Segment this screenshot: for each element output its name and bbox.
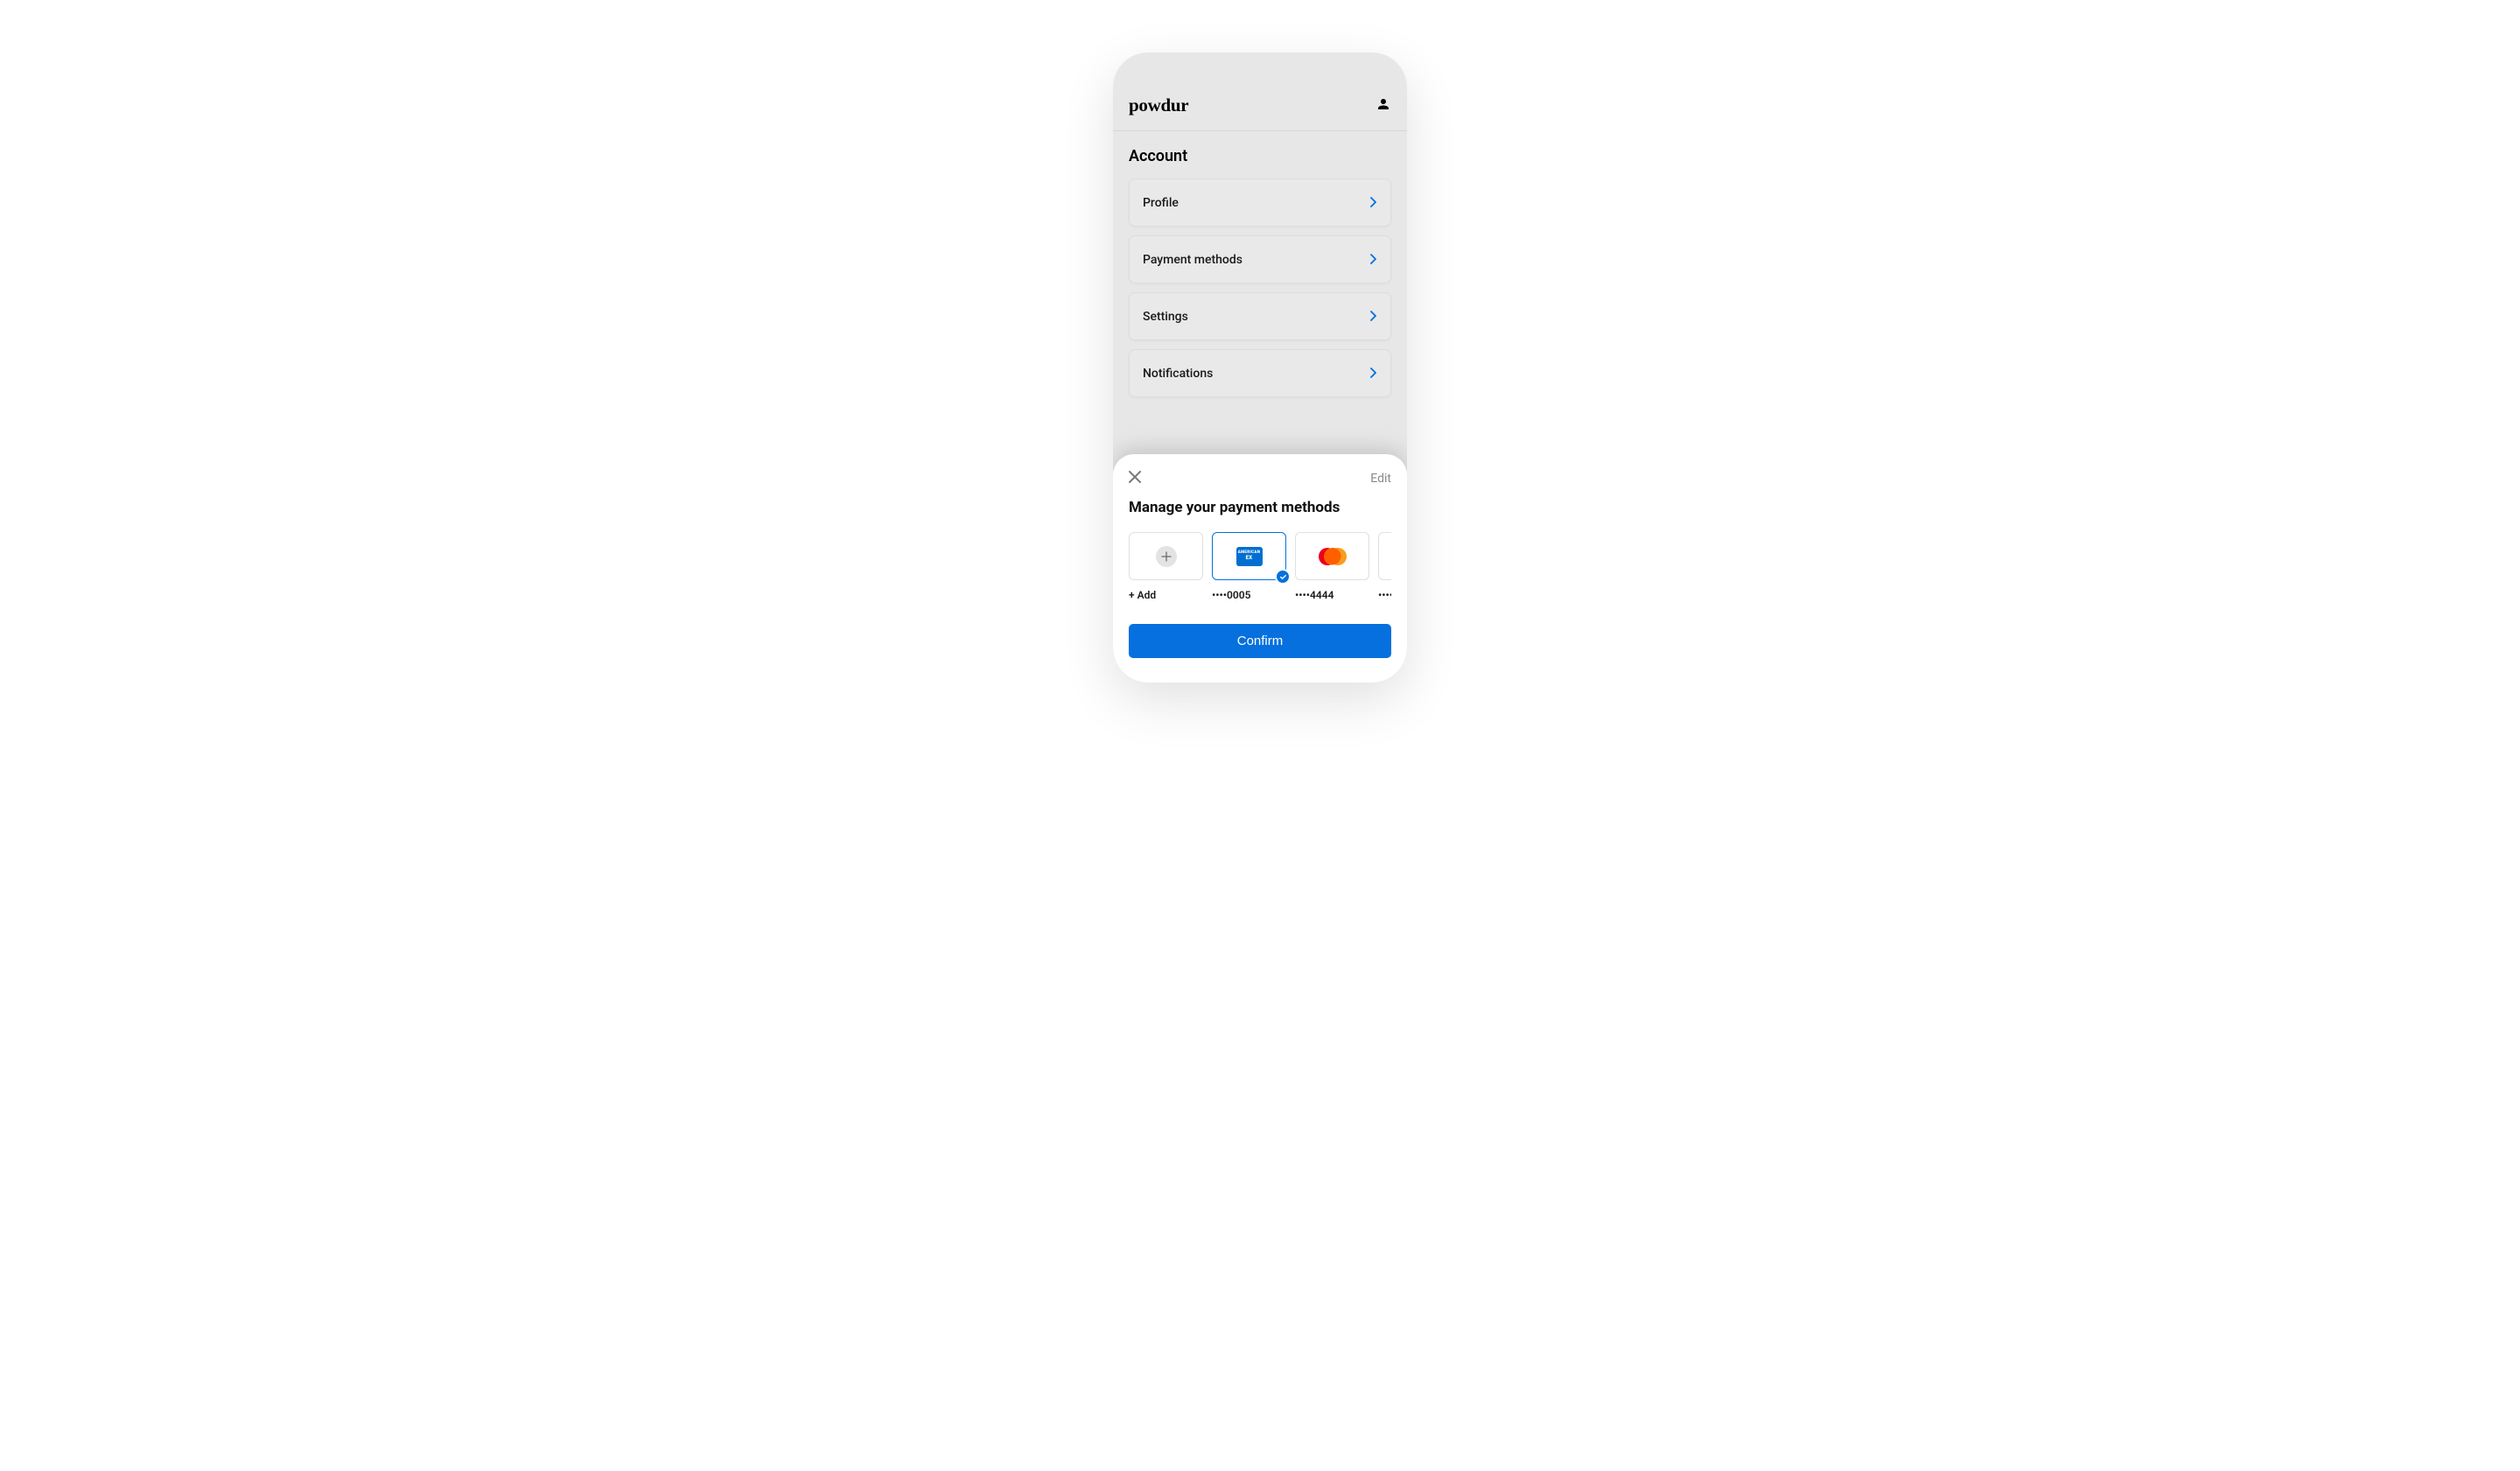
brand-logo: powdur (1129, 95, 1188, 116)
mastercard-icon (1319, 548, 1347, 565)
menu-item-payment-methods[interactable]: Payment methods (1129, 235, 1391, 284)
card-label: + Add (1129, 589, 1203, 601)
menu-item-notifications[interactable]: Notifications (1129, 349, 1391, 397)
sheet-header: Edit (1129, 470, 1391, 487)
menu-item-label: Payment methods (1143, 253, 1242, 267)
card-item-amex: AMERICAN EX ••••0005 (1212, 532, 1286, 601)
section-title: Account (1129, 147, 1391, 165)
payment-cards-row[interactable]: + Add AMERICAN EX ••••0005 (1129, 532, 1391, 601)
sheet-title: Manage your payment methods (1129, 499, 1391, 516)
card-visa[interactable]: V (1378, 532, 1391, 580)
chevron-right-icon (1370, 365, 1377, 382)
chevron-right-icon (1370, 308, 1377, 325)
phone-frame: powdur Account Profile Payment methods S… (1113, 53, 1407, 683)
card-item-mastercard: ••••4444 (1295, 532, 1369, 601)
plus-icon (1156, 546, 1177, 567)
add-card-button[interactable] (1129, 532, 1203, 580)
amex-icon: AMERICAN EX (1236, 547, 1263, 566)
menu-item-label: Notifications (1143, 367, 1213, 381)
close-button[interactable] (1129, 470, 1141, 487)
card-item-visa: V ••••42 (1378, 532, 1391, 601)
app-header: powdur (1113, 53, 1407, 131)
card-label: ••••42 (1378, 589, 1391, 601)
account-section: Account Profile Payment methods Settings… (1113, 131, 1407, 422)
menu-item-settings[interactable]: Settings (1129, 292, 1391, 340)
chevron-right-icon (1370, 194, 1377, 211)
card-amex[interactable]: AMERICAN EX (1212, 532, 1286, 580)
chevron-right-icon (1370, 251, 1377, 268)
add-card-item: + Add (1129, 532, 1203, 601)
user-icon[interactable] (1376, 96, 1391, 116)
card-label: ••••0005 (1212, 589, 1286, 601)
menu-item-profile[interactable]: Profile (1129, 179, 1391, 227)
card-label: ••••4444 (1295, 589, 1369, 601)
check-icon (1275, 569, 1291, 585)
menu-item-label: Profile (1143, 196, 1179, 210)
edit-link[interactable]: Edit (1370, 472, 1391, 486)
card-mastercard[interactable] (1295, 532, 1369, 580)
payment-sheet: Edit Manage your payment methods + Add A… (1113, 454, 1407, 683)
menu-item-label: Settings (1143, 310, 1188, 324)
confirm-button[interactable]: Confirm (1129, 624, 1391, 658)
